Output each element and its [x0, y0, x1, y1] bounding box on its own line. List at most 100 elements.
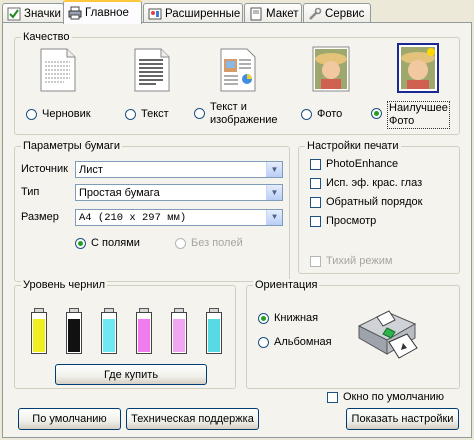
show-settings-button[interactable]: Показать настройки [346, 408, 459, 430]
red-eye-label: Исп. эф. крас. глаз [326, 177, 423, 189]
paper-size-select[interactable]: A4 (210 x 297 мм) ▼ [75, 209, 283, 226]
radio-with-borders[interactable] [75, 237, 86, 249]
checkbox-red-eye[interactable] [310, 177, 321, 189]
ink-cartridge-magenta [136, 308, 152, 354]
option-quiet-mode[interactable]: Тихий режим [310, 255, 392, 267]
reverse-order-label: Обратный порядок [326, 196, 423, 208]
ink-cartridge-body [66, 312, 82, 354]
printer-orientation-icon [351, 298, 421, 365]
quality-text-option[interactable]: Текст [125, 108, 169, 120]
tab-icons[interactable]: Значки [2, 3, 64, 23]
paper-settings-group: Параметры бумаги Источник Лист ▼ Тип Про… [14, 140, 290, 282]
chevron-down-icon[interactable]: ▼ [266, 162, 282, 177]
orientation-group: Ориентация Книжная Альбомная [246, 279, 460, 389]
with-borders-label: С полями [91, 237, 140, 249]
option-reverse-order[interactable]: Обратный порядок [310, 196, 422, 208]
tab-label: Расширенные [165, 7, 241, 20]
quality-best-photo-label-line1: Наилучшее [389, 102, 448, 114]
radio-borderless[interactable] [175, 237, 186, 249]
option-red-eye[interactable]: Исп. эф. крас. глаз [310, 177, 422, 189]
orientation-portrait-option[interactable]: Книжная [258, 312, 318, 324]
with-borders-option[interactable]: С полями [75, 237, 140, 249]
paper-type-select[interactable]: Простая бумага ▼ [75, 184, 283, 201]
orientation-legend: Ориентация [253, 279, 320, 292]
radio-draft[interactable] [26, 108, 37, 120]
quality-photo-label: Фото [317, 108, 343, 120]
tab-main[interactable]: Главное [63, 0, 142, 24]
defaults-button[interactable]: По умолчанию [18, 408, 121, 430]
paper-size-label: Размер [21, 211, 59, 223]
paper-type-value: Простая бумага [79, 186, 160, 199]
default-window-option[interactable]: Окно по умолчанию [327, 391, 444, 403]
radio-best-photo[interactable] [371, 108, 382, 119]
quality-photo-option[interactable]: Фото [301, 108, 342, 120]
quality-text-label: Текст [141, 108, 169, 120]
ink-level-fill [138, 319, 150, 352]
quality-best-photo-option[interactable]: Наилучшее Фото [371, 101, 450, 129]
option-preview[interactable]: Просмотр [310, 215, 376, 227]
ink-cartridge-black [66, 308, 82, 354]
radio-photo[interactable] [301, 108, 312, 120]
text-image-document-icon[interactable] [220, 48, 256, 95]
best-photo-icon[interactable] [397, 43, 439, 96]
tab-label: Сервис [325, 7, 365, 20]
paper-size-value: A4 (210 x 297 мм) [79, 211, 187, 224]
checkbox-default-window[interactable] [327, 391, 338, 403]
radio-portrait[interactable] [258, 312, 269, 324]
tab-strip: Значки Главное Расширенные Макет Сервис [0, 0, 474, 24]
ink-cartridge-body [101, 312, 117, 354]
tab-advanced[interactable]: Расширенные [143, 3, 243, 23]
tab-layout[interactable]: Макет [244, 3, 302, 23]
default-window-label: Окно по умолчанию [343, 391, 445, 403]
paper-source-label: Источник [21, 163, 68, 175]
radio-text-image[interactable] [194, 108, 205, 119]
radio-text[interactable] [125, 108, 136, 120]
draft-document-icon[interactable] [40, 48, 76, 95]
printer-icon [68, 6, 82, 20]
settings-icon [148, 7, 162, 21]
ink-cartridge-light-cyan [206, 308, 222, 354]
chevron-down-icon[interactable]: ▼ [266, 185, 282, 200]
wrench-icon [308, 7, 322, 21]
quality-text-image-label-line1: Текст и [210, 101, 247, 113]
quality-best-photo-label-line2: Фото [389, 115, 415, 127]
ink-cartridge-body [206, 312, 222, 354]
paper-source-value: Лист [79, 163, 103, 176]
print-settings-group: Настройки печати PhotoEnhance Исп. эф. к… [298, 140, 460, 274]
where-to-buy-button[interactable]: Где купить [55, 364, 207, 385]
ink-level-fill [208, 319, 220, 352]
checkbox-quiet-mode[interactable] [310, 255, 321, 267]
quality-draft-label: Черновик [42, 108, 91, 120]
option-photoenhance[interactable]: PhotoEnhance [310, 158, 398, 170]
borderless-option[interactable]: Без полей [175, 237, 243, 249]
checkbox-preview[interactable] [310, 215, 321, 227]
orientation-landscape-option[interactable]: Альбомная [258, 336, 332, 348]
tab-label: Значки [24, 7, 61, 20]
tab-label: Макет [266, 7, 299, 20]
ink-level-fill [103, 319, 115, 352]
quality-text-image-label-line2: изображение [210, 114, 278, 126]
tab-service[interactable]: Сервис [303, 3, 371, 23]
preview-label: Просмотр [326, 215, 377, 227]
quality-legend: Качество [21, 31, 72, 44]
ink-level-group: Уровень чернил Где купить [14, 279, 236, 389]
portrait-label: Книжная [274, 312, 319, 324]
text-document-icon[interactable] [134, 48, 170, 95]
checkbox-photoenhance[interactable] [310, 158, 321, 170]
quality-best-photo-label: Наилучшее Фото [387, 101, 450, 129]
quality-draft-option[interactable]: Черновик [26, 108, 91, 120]
radio-landscape[interactable] [258, 336, 269, 348]
chevron-down-icon[interactable]: ▼ [266, 210, 282, 225]
quality-text-image-option[interactable]: Текст и изображение [194, 101, 278, 127]
paper-source-select[interactable]: Лист ▼ [75, 161, 283, 178]
ink-level-fill [68, 319, 80, 352]
checkbox-reverse-order[interactable] [310, 196, 321, 208]
photo-icon[interactable] [312, 46, 350, 95]
ink-cartridge-light-magenta [171, 308, 187, 354]
ink-level-legend: Уровень чернил [21, 279, 108, 292]
tech-support-button[interactable]: Техническая поддержка [126, 408, 259, 430]
paper-settings-legend: Параметры бумаги [21, 140, 122, 153]
paper-type-label: Тип [21, 186, 40, 198]
ink-cartridge-body [171, 312, 187, 354]
print-settings-legend: Настройки печати [305, 140, 401, 153]
